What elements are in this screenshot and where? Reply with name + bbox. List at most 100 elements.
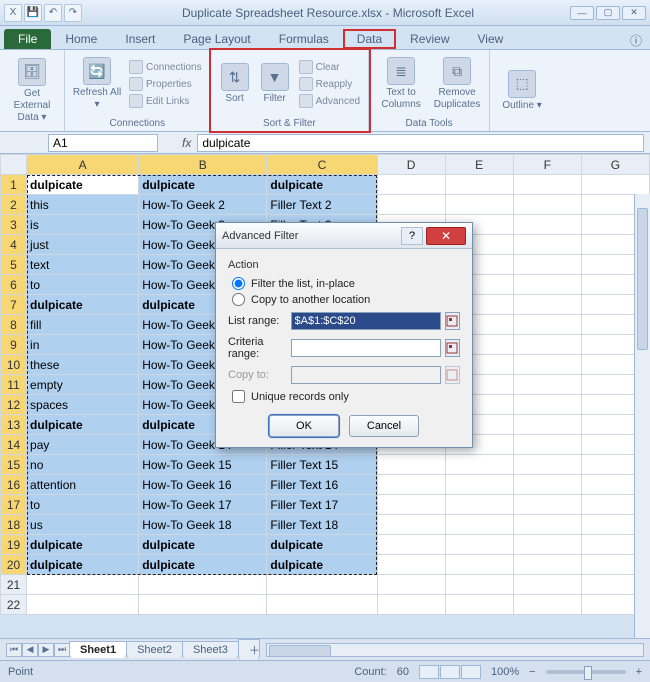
outline-button[interactable]: ⬚ Outline ▾ [496,70,548,112]
cell[interactable]: How-To Geek 18 [139,515,267,535]
zoom-out-button[interactable]: − [529,666,535,678]
row-header[interactable]: 11 [1,375,27,395]
vertical-scrollbar[interactable] [634,194,650,638]
save-icon[interactable]: 💾 [24,4,42,22]
cell[interactable]: dulpicate [27,535,139,555]
cell[interactable] [377,575,445,595]
cell[interactable]: just [27,235,139,255]
cell[interactable] [445,595,513,615]
cell[interactable]: dulpicate [267,535,377,555]
normal-view-button[interactable] [419,665,439,679]
cell[interactable]: dulpicate [267,175,377,195]
cell[interactable] [445,495,513,515]
tab-insert[interactable]: Insert [111,29,169,49]
sheet-nav-next[interactable]: ▶ [38,643,54,657]
cell[interactable]: How-To Geek 2 [139,195,267,215]
close-button[interactable]: ✕ [622,6,646,20]
criteria-range-input[interactable] [291,339,441,357]
cell[interactable] [27,595,139,615]
row-header[interactable]: 17 [1,495,27,515]
excel-icon[interactable]: X [4,4,22,22]
reapply-button[interactable]: Reapply [297,76,362,92]
cell[interactable] [513,315,581,335]
cell[interactable] [513,355,581,375]
fx-icon[interactable]: fx [182,136,191,150]
row-header[interactable]: 1 [1,175,27,195]
cell[interactable]: this [27,195,139,215]
copy-to-location-radio[interactable]: Copy to another location [232,293,460,306]
clear-button[interactable]: Clear [297,59,362,75]
cell[interactable]: pay [27,435,139,455]
col-header-a[interactable]: A [27,155,139,175]
cell[interactable] [513,575,581,595]
cell[interactable] [513,215,581,235]
cell[interactable]: How-To Geek 17 [139,495,267,515]
cell[interactable]: to [27,275,139,295]
cell[interactable]: dulpicate [27,415,139,435]
ok-button[interactable]: OK [269,415,339,437]
row-header[interactable]: 4 [1,235,27,255]
cell[interactable]: How-To Geek 15 [139,455,267,475]
filter-inplace-radio[interactable]: Filter the list, in-place [232,277,460,290]
cell[interactable]: Filler Text 17 [267,495,377,515]
get-external-data-button[interactable]: 🗄 Get External Data ▾ [6,58,58,124]
row-header[interactable]: 12 [1,395,27,415]
cell[interactable] [445,535,513,555]
cell[interactable] [513,395,581,415]
cell[interactable] [377,455,445,475]
cell[interactable] [139,575,267,595]
col-header-g[interactable]: G [581,155,649,175]
dialog-close-button[interactable]: ✕ [426,227,466,245]
sort-button[interactable]: ⇅ Sort [217,63,253,105]
col-header-c[interactable]: C [267,155,377,175]
cell[interactable]: dulpicate [139,535,267,555]
criteria-range-selector-button[interactable] [445,339,461,357]
name-box[interactable] [48,134,158,152]
cell[interactable] [513,335,581,355]
row-header[interactable]: 22 [1,595,27,615]
cell[interactable]: spaces [27,395,139,415]
cell[interactable] [445,575,513,595]
cell[interactable] [445,515,513,535]
cell[interactable] [513,595,581,615]
row-header[interactable]: 20 [1,555,27,575]
sheet-nav-first[interactable]: ⏮ [6,643,22,657]
refresh-all-button[interactable]: 🔄 Refresh All ▾ [71,57,123,111]
sheet-tab-2[interactable]: Sheet2 [126,641,183,658]
cell[interactable] [513,555,581,575]
tab-data[interactable]: Data [343,29,396,49]
properties-button[interactable]: Properties [127,76,204,92]
cell[interactable] [267,575,377,595]
tab-page-layout[interactable]: Page Layout [169,29,264,49]
zoom-slider[interactable] [546,670,626,674]
cell[interactable]: is [27,215,139,235]
edit-links-button[interactable]: Edit Links [127,93,204,109]
col-header-d[interactable]: D [377,155,445,175]
cell[interactable]: Filler Text 2 [267,195,377,215]
page-break-view-button[interactable] [461,665,481,679]
cell[interactable] [377,195,445,215]
row-header[interactable]: 3 [1,215,27,235]
cell[interactable]: no [27,455,139,475]
sheet-nav-last[interactable]: ⏭ [54,643,70,657]
cell[interactable] [377,595,445,615]
row-header[interactable]: 5 [1,255,27,275]
cell[interactable]: empty [27,375,139,395]
cell[interactable] [513,175,581,195]
cell[interactable] [513,435,581,455]
dialog-titlebar[interactable]: Advanced Filter ? ✕ [216,223,472,249]
select-all-button[interactable] [1,155,27,175]
cell[interactable] [27,575,139,595]
cell[interactable] [445,455,513,475]
cell[interactable]: Filler Text 16 [267,475,377,495]
sheet-tab-3[interactable]: Sheet3 [182,641,239,658]
undo-icon[interactable]: ↶ [44,4,62,22]
file-tab[interactable]: File [4,29,51,49]
cell[interactable]: dulpicate [27,175,139,195]
row-header[interactable]: 8 [1,315,27,335]
cell[interactable] [513,495,581,515]
cell[interactable] [513,535,581,555]
row-header[interactable]: 7 [1,295,27,315]
cell[interactable] [377,515,445,535]
cell[interactable]: dulpicate [267,555,377,575]
